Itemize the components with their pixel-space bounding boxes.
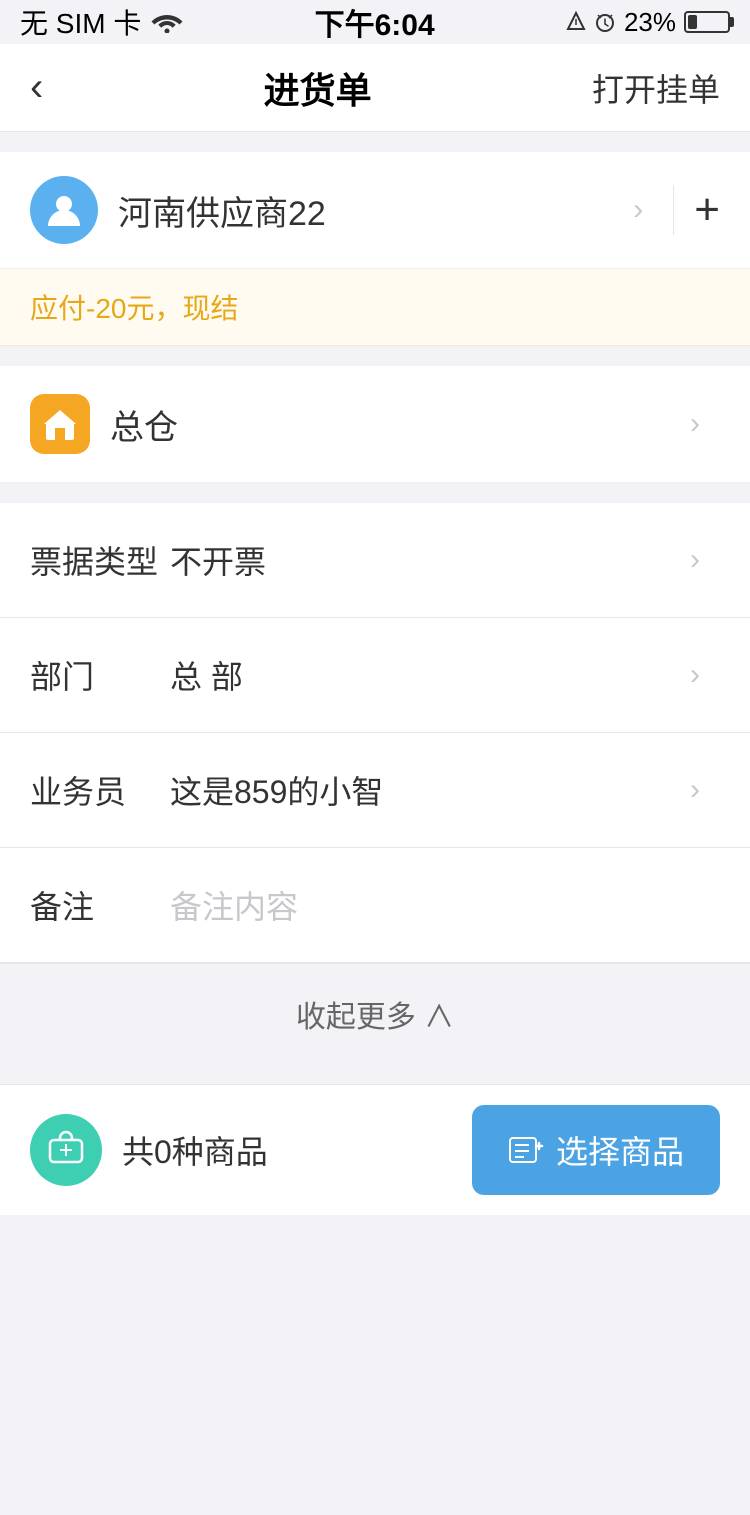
- supplier-chevron-icon: ›: [633, 193, 643, 227]
- supplier-section: 河南供应商22 › + 应付-20元，现结: [0, 152, 750, 346]
- back-button[interactable]: ‹: [30, 65, 43, 110]
- section-divider-4: [0, 1064, 750, 1084]
- status-bar: 无 SIM 卡 下午6:04 23%: [0, 0, 750, 44]
- supplier-name: 河南供应商22: [118, 186, 633, 235]
- sim-signal-text: 无 SIM 卡: [20, 2, 141, 42]
- invoice-chevron-icon: ›: [690, 543, 700, 577]
- select-product-button[interactable]: 选择商品: [472, 1105, 720, 1195]
- remark-input[interactable]: 备注内容: [170, 882, 720, 928]
- supplier-row[interactable]: 河南供应商22 › +: [0, 152, 750, 269]
- select-product-icon: [508, 1132, 544, 1168]
- section-divider-3: [0, 483, 750, 503]
- add-supplier-button[interactable]: +: [694, 185, 720, 235]
- section-divider-top: [0, 132, 750, 152]
- person-icon: [44, 190, 84, 230]
- form-section: 票据类型 不开票 › 部门 总 部 › 业务员 这是859的小智 › 备注 备注…: [0, 503, 750, 1064]
- invoice-value: 不开票: [170, 537, 690, 583]
- collapse-row[interactable]: 收起更多 ∧: [0, 963, 750, 1064]
- open-hang-order-button[interactable]: 打开挂单: [592, 65, 720, 111]
- status-right: 23%: [566, 7, 730, 38]
- status-left: 无 SIM 卡: [20, 2, 183, 42]
- department-value: 总 部: [170, 652, 690, 698]
- warehouse-chevron-icon: ›: [690, 407, 700, 441]
- salesman-chevron-icon: ›: [690, 773, 700, 807]
- wifi-icon: [151, 11, 183, 33]
- warehouse-row[interactable]: 总仓 ›: [0, 366, 750, 483]
- alarm-icon: [594, 11, 616, 33]
- nav-bar: ‹ 进货单 打开挂单: [0, 44, 750, 132]
- select-product-label: 选择商品: [556, 1127, 684, 1173]
- bottom-bar: 共0种商品 选择商品: [0, 1084, 750, 1215]
- status-time: 下午6:04: [315, 0, 435, 44]
- department-label: 部门: [30, 652, 170, 698]
- supplier-divider: [673, 185, 674, 235]
- warehouse-label: 总仓: [110, 400, 690, 449]
- location-icon: [566, 11, 586, 33]
- invoice-label: 票据类型: [30, 537, 170, 583]
- warehouse-section: 总仓 ›: [0, 366, 750, 483]
- collapse-label: 收起更多 ∧: [296, 1001, 454, 1034]
- battery-icon: [684, 11, 730, 33]
- section-divider-2: [0, 346, 750, 366]
- battery-percent: 23%: [624, 7, 676, 38]
- product-icon-wrap: [30, 1114, 102, 1186]
- product-count-label: 共0种商品: [122, 1127, 472, 1173]
- warehouse-icon: [42, 406, 78, 442]
- remark-label: 备注: [30, 882, 170, 928]
- warehouse-icon-wrap: [30, 394, 90, 454]
- page-title: 进货单: [264, 62, 372, 114]
- salesman-label: 业务员: [30, 767, 170, 813]
- department-chevron-icon: ›: [690, 658, 700, 692]
- supplier-avatar: [30, 176, 98, 244]
- salesman-row[interactable]: 业务员 这是859的小智 ›: [0, 733, 750, 848]
- invoice-row[interactable]: 票据类型 不开票 ›: [0, 503, 750, 618]
- cart-small-icon: [46, 1130, 86, 1170]
- salesman-value: 这是859的小智: [170, 767, 690, 813]
- supplier-notice: 应付-20元，现结: [0, 269, 750, 346]
- remark-row[interactable]: 备注 备注内容: [0, 848, 750, 963]
- page-background: [0, 1215, 750, 1515]
- department-row[interactable]: 部门 总 部 ›: [0, 618, 750, 733]
